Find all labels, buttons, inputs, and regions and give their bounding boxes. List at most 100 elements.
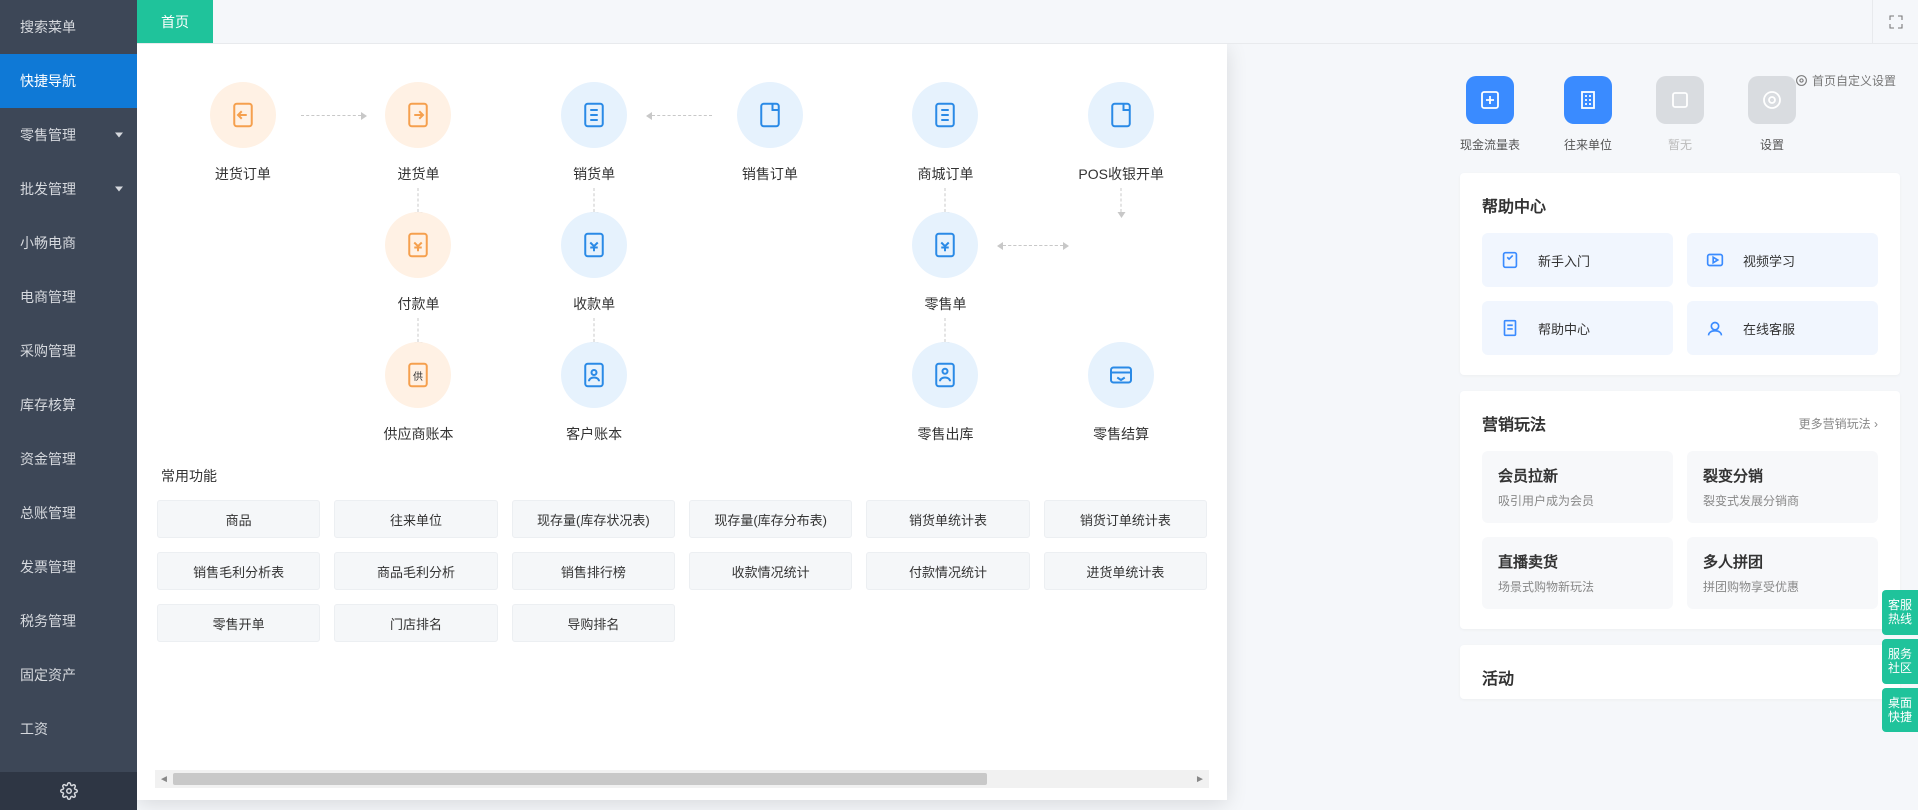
side-tab-1[interactable]: 服务社区 [1882,639,1918,684]
sidebar-item-2[interactable]: 批发管理 [0,162,137,216]
flow-circle[interactable] [912,82,978,148]
flow-circle[interactable] [385,82,451,148]
sidebar-item-label: 小畅电商 [20,233,76,253]
flow-node-零售出库: 零售出库 [858,342,1034,444]
tile-label: 设置 [1760,136,1784,153]
flow-circle[interactable]: 供 [385,342,451,408]
sidebar-item-11[interactable]: 固定资产 [0,648,137,702]
help-item-0[interactable]: 新手入门 [1482,233,1673,287]
sidebar-item-8[interactable]: 总账管理 [0,486,137,540]
sidebar-item-label: 资金管理 [20,449,76,469]
scroll-right-button[interactable]: ► [1191,770,1209,788]
help-item-label: 视频学习 [1743,251,1795,270]
horizontal-scrollbar[interactable]: ◄ ► [155,770,1209,788]
flow-circle[interactable] [385,212,451,278]
side-tab-0[interactable]: 客服热线 [1882,590,1918,635]
common-button-10[interactable]: 付款情况统计 [866,552,1029,590]
flow-node-POS收银开单: POS收银开单 [1033,82,1209,184]
sidebar-item-1[interactable]: 零售管理 [0,108,137,162]
sidebar-search[interactable]: 搜索菜单 [0,0,137,54]
tile-icon [1466,76,1514,124]
common-button-2[interactable]: 现存量(库存状况表) [512,500,675,538]
common-button-0[interactable]: 商品 [157,500,320,538]
side-tab-2[interactable]: 桌面快捷 [1882,688,1918,733]
flow-circle[interactable] [1088,342,1154,408]
side-tabs: 客服热线服务社区桌面快捷 [1882,590,1918,736]
sidebar-settings-button[interactable] [0,772,137,810]
tabbar: 首页 [137,0,1918,44]
tab-home[interactable]: 首页 [137,0,213,43]
sidebar-item-3[interactable]: 小畅电商 [0,216,137,270]
help-center-card: 帮助中心 新手入门视频学习帮助中心在线客服 [1460,173,1900,375]
sidebar-item-0[interactable]: 快捷导航 [0,54,137,108]
flow-label: 销货单 [573,164,615,184]
fullscreen-button[interactable] [1872,0,1918,43]
help-center-title: 帮助中心 [1482,193,1546,217]
flow-circle[interactable] [912,342,978,408]
tile-1[interactable]: 往来单位 [1564,76,1612,153]
sidebar-item-10[interactable]: 税务管理 [0,594,137,648]
scroll-left-button[interactable]: ◄ [155,770,173,788]
sidebar-item-12[interactable]: 工资 [0,702,137,756]
flow-circle[interactable] [912,212,978,278]
flow-label: 客户账本 [566,424,622,444]
common-button-6[interactable]: 销售毛利分析表 [157,552,320,590]
sidebar-item-7[interactable]: 资金管理 [0,432,137,486]
common-button-8[interactable]: 销售排行榜 [512,552,675,590]
market-item-1[interactable]: 裂变分销裂变式发展分销商 [1687,451,1878,523]
market-item-0[interactable]: 会员拉新吸引用户成为会员 [1482,451,1673,523]
scroll-thumb[interactable] [173,773,987,785]
flow-node-收款单: 收款单 [506,212,682,314]
tile-icon [1748,76,1796,124]
video-icon [1701,246,1729,274]
sidebar-item-9[interactable]: 发票管理 [0,540,137,594]
market-item-3[interactable]: 多人拼团拼团购物享受优惠 [1687,537,1878,609]
flow-node-销售订单: 销售订单 [682,82,858,184]
market-item-sub: 裂变式发展分销商 [1703,492,1862,509]
common-button-4[interactable]: 销货单统计表 [866,500,1029,538]
sidebar-item-5[interactable]: 采购管理 [0,324,137,378]
main: 首页自定义设置 现金流量表往来单位暂无设置 帮助中心 新手入门视频学习帮助中心在… [137,44,1918,810]
sidebar-item-label: 总账管理 [20,503,76,523]
flow-circle[interactable] [561,82,627,148]
tab-home-label: 首页 [161,12,189,32]
flow-node-销货单: 销货单 [506,82,682,184]
sidebar-item-label: 采购管理 [20,341,76,361]
marketing-more[interactable]: 更多营销玩法 › [1799,415,1878,432]
common-button-7[interactable]: 商品毛利分析 [334,552,497,590]
activity-title: 活动 [1482,665,1878,689]
flow-label: 进货单 [397,164,439,184]
doc-icon [1496,314,1524,342]
common-button-13[interactable]: 门店排名 [334,604,497,642]
common-button-12[interactable]: 零售开单 [157,604,320,642]
help-item-3[interactable]: 在线客服 [1687,301,1878,355]
flow-circle[interactable] [737,82,803,148]
chevron-right-icon: › [1874,417,1878,431]
flow-circle[interactable] [210,82,276,148]
tile-2[interactable]: 暂无 [1656,76,1704,153]
sidebar-item-6[interactable]: 库存核算 [0,378,137,432]
gear-icon [60,782,78,800]
flow-node-供应商账本: 供供应商账本 [331,342,507,444]
common-button-14[interactable]: 导购排名 [512,604,675,642]
common-button-9[interactable]: 收款情况统计 [689,552,852,590]
common-button-11[interactable]: 进货单统计表 [1044,552,1207,590]
flow-circle[interactable] [561,212,627,278]
common-button-3[interactable]: 现存量(库存分布表) [689,500,852,538]
sidebar-item-label: 工资 [20,719,48,739]
market-item-2[interactable]: 直播卖货场景式购物新玩法 [1482,537,1673,609]
flow-circle[interactable] [1088,82,1154,148]
help-item-1[interactable]: 视频学习 [1687,233,1878,287]
scroll-track[interactable] [173,770,1191,788]
flow-circle[interactable] [561,342,627,408]
sidebar-item-4[interactable]: 电商管理 [0,270,137,324]
tile-0[interactable]: 现金流量表 [1460,76,1520,153]
common-button-1[interactable]: 往来单位 [334,500,497,538]
arrow-down-icon [945,188,946,212]
flow-label: 零售单 [924,294,966,314]
tile-icon [1564,76,1612,124]
common-button-5[interactable]: 销货订单统计表 [1044,500,1207,538]
tile-3[interactable]: 设置 [1748,76,1796,153]
flow-node-零售结算: 零售结算 [1033,342,1209,444]
help-item-2[interactable]: 帮助中心 [1482,301,1673,355]
